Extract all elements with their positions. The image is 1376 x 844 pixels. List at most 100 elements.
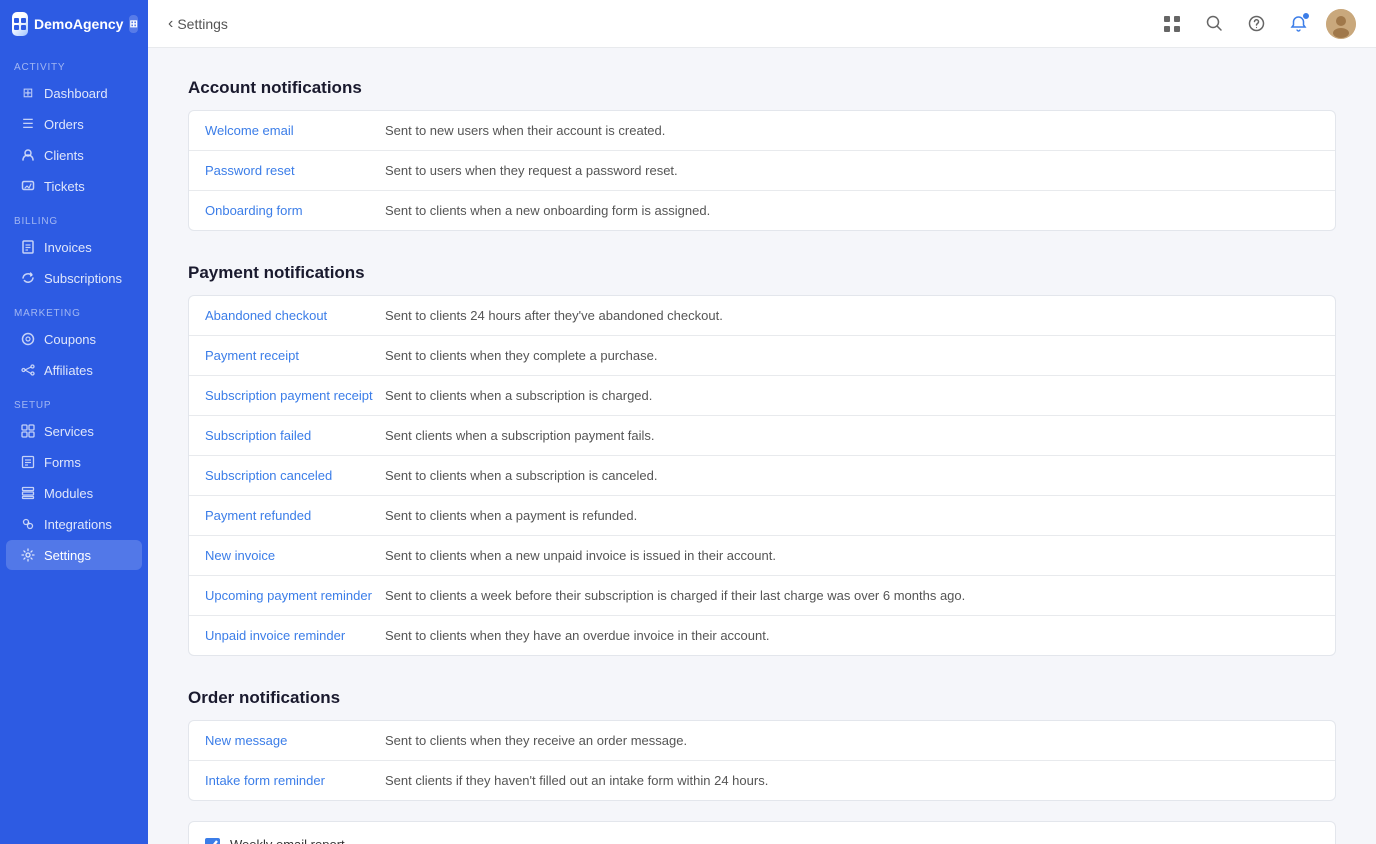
upcoming-payment-reminder-desc: Sent to clients a week before their subs…: [385, 588, 1319, 603]
sidebar-item-affiliates[interactable]: Affiliates: [6, 355, 142, 385]
orders-icon: ☰: [20, 116, 36, 132]
table-row: Intake form reminder Sent clients if the…: [189, 761, 1335, 800]
topbar-icons: [1158, 9, 1356, 39]
sidebar-item-label: Integrations: [44, 517, 112, 532]
account-notifications-section: Account notifications Welcome email Sent…: [188, 78, 1336, 231]
abandoned-checkout-desc: Sent to clients 24 hours after they've a…: [385, 308, 1319, 323]
apps-icon[interactable]: [1158, 10, 1186, 38]
subscription-failed-link[interactable]: Subscription failed: [205, 428, 385, 443]
upcoming-payment-reminder-link[interactable]: Upcoming payment reminder: [205, 588, 385, 603]
back-label: Settings: [177, 16, 228, 32]
forms-icon: [20, 454, 36, 470]
sidebar-item-settings[interactable]: Settings: [6, 540, 142, 570]
sidebar-item-label: Settings: [44, 548, 91, 563]
table-row: Welcome email Sent to new users when the…: [189, 111, 1335, 151]
subscription-canceled-link[interactable]: Subscription canceled: [205, 468, 385, 483]
order-notifications-title: Order notifications: [188, 688, 1336, 708]
help-icon[interactable]: [1242, 10, 1270, 38]
notification-icon[interactable]: [1284, 10, 1312, 38]
clients-icon: [20, 147, 36, 163]
app-name: DemoAgency: [34, 16, 123, 32]
sidebar-item-label: Modules: [44, 486, 93, 501]
sidebar-item-tickets[interactable]: Tickets: [6, 171, 142, 201]
subscription-canceled-desc: Sent to clients when a subscription is c…: [385, 468, 1319, 483]
services-icon: [20, 423, 36, 439]
app-logo[interactable]: DemoAgency ⊞: [0, 0, 148, 48]
table-row: Password reset Sent to users when they r…: [189, 151, 1335, 191]
payment-receipt-desc: Sent to clients when they complete a pur…: [385, 348, 1319, 363]
account-notifications-table: Welcome email Sent to new users when the…: [188, 110, 1336, 231]
sidebar-section-activity: Activity ⊞ Dashboard ☰ Orders Clients Ti…: [0, 48, 148, 202]
sidebar-section-billing: Billing Invoices Subscriptions: [0, 202, 148, 294]
table-row: Subscription payment receipt Sent to cli…: [189, 376, 1335, 416]
sidebar-item-label: Clients: [44, 148, 84, 163]
integrations-icon: [20, 516, 36, 532]
unpaid-invoice-reminder-link[interactable]: Unpaid invoice reminder: [205, 628, 385, 643]
subscriptions-icon: [20, 270, 36, 286]
intake-form-reminder-link[interactable]: Intake form reminder: [205, 773, 385, 788]
search-icon[interactable]: [1200, 10, 1228, 38]
back-button[interactable]: ‹ Settings: [168, 15, 228, 33]
weekly-report-text: Weekly email report A summary of past we…: [230, 836, 580, 844]
table-row: Onboarding form Sent to clients when a n…: [189, 191, 1335, 230]
subscription-payment-receipt-desc: Sent to clients when a subscription is c…: [385, 388, 1319, 403]
new-invoice-desc: Sent to clients when a new unpaid invoic…: [385, 548, 1319, 563]
section-label-marketing: Marketing: [0, 294, 148, 323]
sidebar-item-orders[interactable]: ☰ Orders: [6, 109, 142, 139]
sidebar-item-dashboard[interactable]: ⊞ Dashboard: [6, 78, 142, 108]
logo-icon: [12, 12, 28, 36]
account-notifications-title: Account notifications: [188, 78, 1336, 98]
settings-icon: [20, 547, 36, 563]
password-reset-desc: Sent to users when they request a passwo…: [385, 163, 1319, 178]
weekly-report-label[interactable]: Weekly email report: [230, 837, 345, 844]
onboarding-form-link[interactable]: Onboarding form: [205, 203, 385, 218]
modules-icon: [20, 485, 36, 501]
password-reset-link[interactable]: Password reset: [205, 163, 385, 178]
welcome-email-desc: Sent to new users when their account is …: [385, 123, 1319, 138]
payment-receipt-link[interactable]: Payment receipt: [205, 348, 385, 363]
sidebar-item-services[interactable]: Services: [6, 416, 142, 446]
table-row: Payment receipt Sent to clients when the…: [189, 336, 1335, 376]
sidebar-item-modules[interactable]: Modules: [6, 478, 142, 508]
sidebar-item-label: Services: [44, 424, 94, 439]
user-avatar[interactable]: [1326, 9, 1356, 39]
payment-refunded-desc: Sent to clients when a payment is refund…: [385, 508, 1319, 523]
new-message-desc: Sent to clients when they receive an ord…: [385, 733, 1319, 748]
content-area: Account notifications Welcome email Sent…: [148, 48, 1376, 844]
sidebar-item-invoices[interactable]: Invoices: [6, 232, 142, 262]
sidebar-item-clients[interactable]: Clients: [6, 140, 142, 170]
sidebar-item-label: Affiliates: [44, 363, 93, 378]
welcome-email-link[interactable]: Welcome email: [205, 123, 385, 138]
sidebar-item-label: Tickets: [44, 179, 85, 194]
coupons-icon: [20, 331, 36, 347]
payment-notifications-table: Abandoned checkout Sent to clients 24 ho…: [188, 295, 1336, 656]
topbar: ‹ Settings: [148, 0, 1376, 48]
onboarding-form-desc: Sent to clients when a new onboarding fo…: [385, 203, 1319, 218]
section-label-setup: Setup: [0, 386, 148, 415]
new-invoice-link[interactable]: New invoice: [205, 548, 385, 563]
payment-notifications-title: Payment notifications: [188, 263, 1336, 283]
subscription-payment-receipt-link[interactable]: Subscription payment receipt: [205, 388, 385, 403]
table-row: Subscription canceled Sent to clients wh…: [189, 456, 1335, 496]
table-row: Abandoned checkout Sent to clients 24 ho…: [189, 296, 1335, 336]
order-notifications-section: Order notifications New message Sent to …: [188, 688, 1336, 844]
weekly-report-checkbox[interactable]: [205, 838, 220, 844]
payment-refunded-link[interactable]: Payment refunded: [205, 508, 385, 523]
tickets-icon: [20, 178, 36, 194]
sidebar-section-marketing: Marketing Coupons Affiliates: [0, 294, 148, 386]
abandoned-checkout-link[interactable]: Abandoned checkout: [205, 308, 385, 323]
main-area: ‹ Settings Account noti: [148, 0, 1376, 844]
sidebar-item-integrations[interactable]: Integrations: [6, 509, 142, 539]
sidebar-item-subscriptions[interactable]: Subscriptions: [6, 263, 142, 293]
notification-badge: [1302, 12, 1310, 20]
invoices-icon: [20, 239, 36, 255]
sidebar-item-forms[interactable]: Forms: [6, 447, 142, 477]
intake-form-reminder-desc: Sent clients if they haven't filled out …: [385, 773, 1319, 788]
back-arrow-icon: ‹: [168, 15, 173, 33]
ext-icon[interactable]: ⊞: [129, 15, 137, 33]
new-message-link[interactable]: New message: [205, 733, 385, 748]
sidebar-item-label: Invoices: [44, 240, 92, 255]
sidebar-item-coupons[interactable]: Coupons: [6, 324, 142, 354]
table-row: Subscription failed Sent clients when a …: [189, 416, 1335, 456]
sidebar-item-label: Forms: [44, 455, 81, 470]
